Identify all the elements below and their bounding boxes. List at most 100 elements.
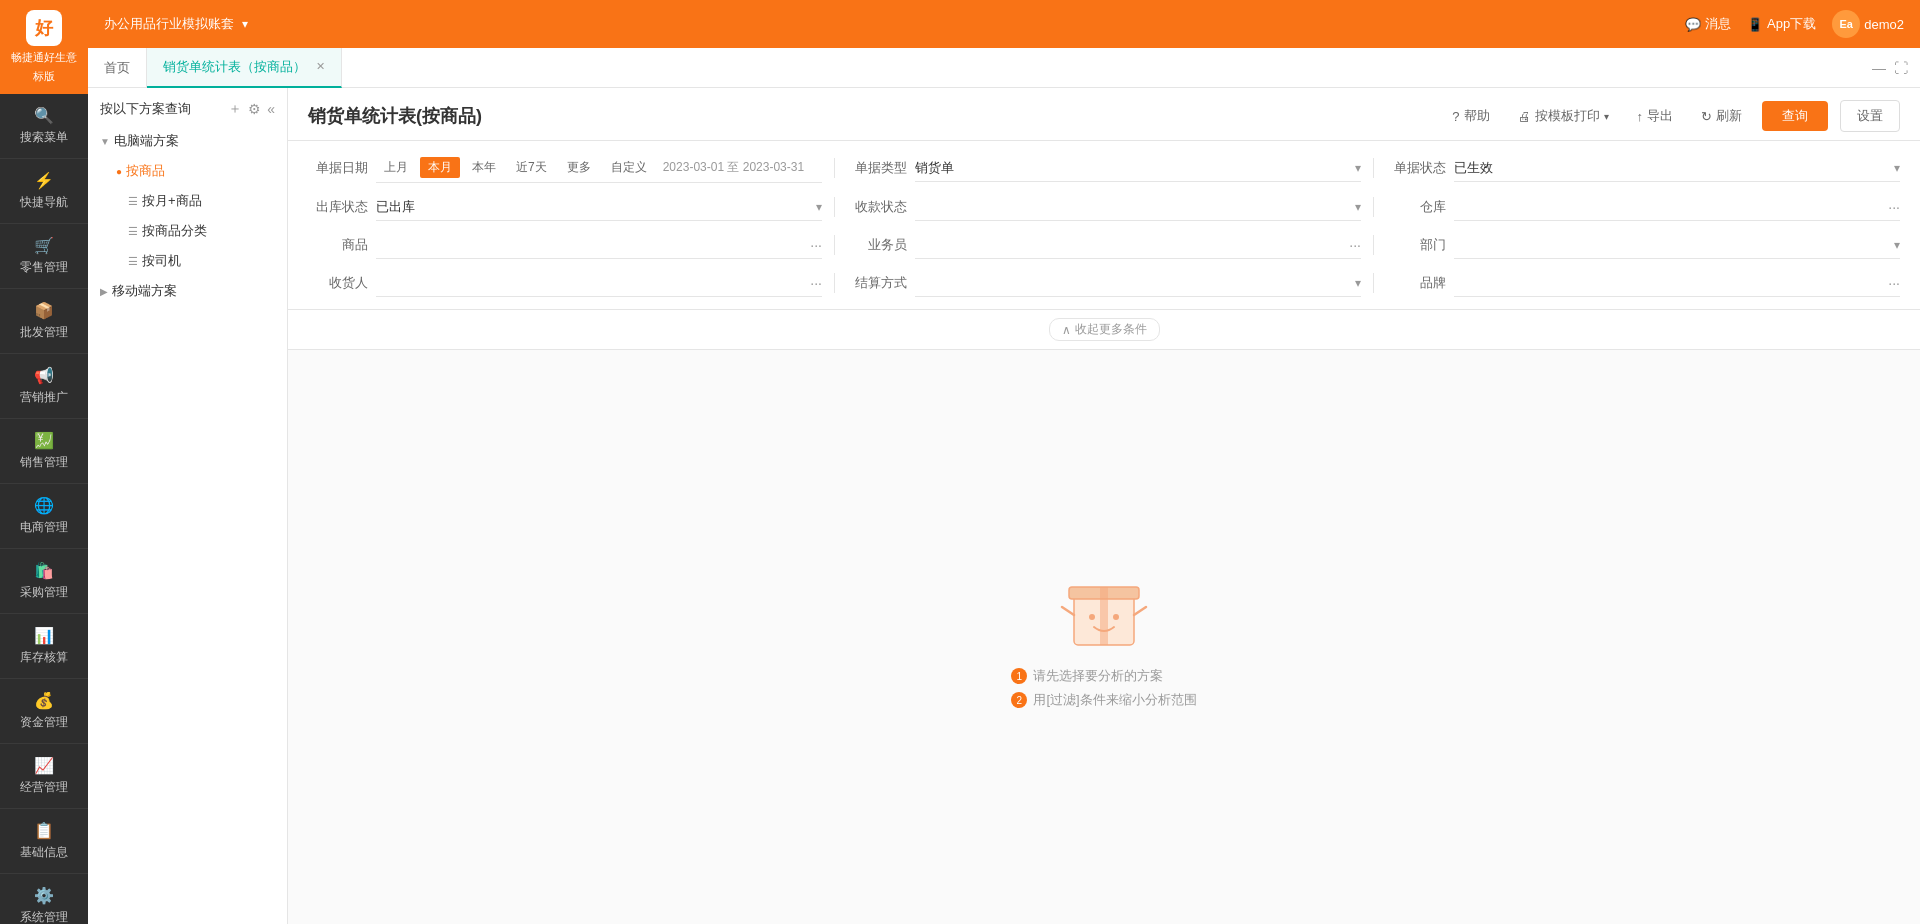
sidebar-item-marketing[interactable]: 📢 营销推广 (0, 354, 88, 419)
date-filter-value: 上月 本月 本年 近7天 更多 自定义 2023-03-01 至 2023-03… (376, 153, 822, 183)
left-panel-header: 按以下方案查询 ＋ ⚙ « (88, 100, 287, 126)
date-tab-this-month[interactable]: 本月 (420, 157, 460, 178)
tip-text-1: 请先选择要分析的方案 (1033, 667, 1163, 685)
svg-rect-2 (1100, 587, 1108, 645)
sidebar-item-sales-mgmt[interactable]: 💹 销售管理 (0, 419, 88, 484)
logo-subtitle: 标版 (33, 69, 55, 84)
sidebar-item-purchase-mgmt[interactable]: 🛍️ 采购管理 (0, 549, 88, 614)
sidebar-item-label-wholesale-mgmt: 批发管理 (20, 324, 68, 341)
collection-status-value[interactable]: ▾ (915, 193, 1361, 221)
sidebar-item-search-menu[interactable]: 🔍 搜索菜单 (0, 94, 88, 159)
sidebar-item-basic-info[interactable]: 📋 基础信息 (0, 809, 88, 874)
brand-value[interactable]: ··· (1454, 269, 1900, 297)
date-tab-more[interactable]: 更多 (559, 157, 599, 178)
help-icon: ? (1452, 109, 1459, 124)
add-scheme-icon[interactable]: ＋ (228, 100, 242, 118)
tab-minimize-icon[interactable]: — (1872, 60, 1886, 76)
tree-node-by-cashier[interactable]: ☰ 按司机 (116, 246, 287, 276)
main-wrapper: 办公用品行业模拟账套 ▾ 💬 消息 📱 App下载 Ea demo2 首页 (88, 0, 1920, 924)
top-header: 办公用品行业模拟账套 ▾ 💬 消息 📱 App下载 Ea demo2 (88, 0, 1920, 48)
sidebar-item-label-purchase-mgmt: 采购管理 (20, 584, 68, 601)
tip-num-2: 2 (1011, 692, 1027, 708)
empty-tip-2: 2 用[过滤]条件来缩小分析范围 (1011, 691, 1196, 709)
out-status-dropdown-icon: ▾ (816, 200, 822, 214)
settings-button[interactable]: 设置 (1840, 100, 1900, 132)
product-value[interactable]: ··· (376, 231, 822, 259)
out-status-text: 已出库 (376, 198, 816, 216)
username: demo2 (1864, 17, 1904, 32)
sidebar-item-finance-mgmt[interactable]: 💰 资金管理 (0, 679, 88, 744)
salesperson-value[interactable]: ··· (915, 231, 1361, 259)
export-btn[interactable]: ↑ 导出 (1629, 103, 1682, 129)
sidebar-item-wholesale-mgmt[interactable]: 📦 批发管理 (0, 289, 88, 354)
filter-item-doc-status: 单据状态 已生效 ▾ (1386, 154, 1900, 182)
tree-pc-section[interactable]: ▼ 电脑端方案 (88, 126, 287, 156)
sidebar-item-operations-mgmt[interactable]: 📈 经营管理 (0, 744, 88, 809)
sidebar-item-quick-nav[interactable]: ⚡ 快捷导航 (0, 159, 88, 224)
tab-home[interactable]: 首页 (88, 48, 147, 88)
product-label: 商品 (308, 236, 368, 254)
finance-mgmt-icon: 💰 (34, 691, 54, 710)
tab-sales-report-label: 销货单统计表（按商品） (163, 58, 306, 76)
svg-point-4 (1113, 614, 1119, 620)
app-download-btn[interactable]: 📱 App下载 (1747, 15, 1816, 33)
sidebar-item-retail-mgmt[interactable]: 🛒 零售管理 (0, 224, 88, 289)
tab-maximize-icon[interactable]: ⛶ (1894, 60, 1908, 76)
tree-mobile-section[interactable]: ▶ 移动端方案 (88, 276, 287, 306)
date-tab-custom[interactable]: 自定义 (603, 157, 655, 178)
query-button[interactable]: 查询 (1762, 101, 1828, 131)
left-panel-header-icons: ＋ ⚙ « (228, 100, 275, 118)
print-dropdown-icon: ▾ (1604, 111, 1609, 122)
help-btn[interactable]: ? 帮助 (1444, 103, 1497, 129)
doc-status-text: 已生效 (1454, 159, 1894, 177)
sidebar-item-label-search-menu: 搜索菜单 (20, 129, 68, 146)
doc-type-value[interactable]: 销货单 ▾ (915, 154, 1361, 182)
messages-btn[interactable]: 💬 消息 (1685, 15, 1731, 33)
settings-scheme-icon[interactable]: ⚙ (248, 101, 261, 117)
export-icon: ↑ (1637, 109, 1644, 124)
date-tab-this-year[interactable]: 本年 (464, 157, 504, 178)
department-value[interactable]: ▾ (1454, 231, 1900, 259)
user-profile-btn[interactable]: Ea demo2 (1832, 10, 1904, 38)
app-logo[interactable]: 好 畅捷通好生意 标版 (0, 0, 88, 94)
filter-row-2: 出库状态 已出库 ▾ 收款状态 ▾ (308, 193, 1900, 221)
left-panel-title: 按以下方案查询 (100, 100, 191, 118)
tab-sales-report[interactable]: 销货单统计表（按商品） ✕ (147, 48, 342, 88)
tabs-bar: 首页 销货单统计表（按商品） ✕ — ⛶ (88, 48, 1920, 88)
filter-divider-2 (1373, 158, 1374, 178)
doc-status-value[interactable]: 已生效 ▾ (1454, 154, 1900, 182)
industry-label: 办公用品行业模拟账套 (104, 15, 234, 33)
tree-node-by-product-category[interactable]: ☰ 按商品分类 (116, 216, 287, 246)
sidebar-item-ecommerce-mgmt[interactable]: 🌐 电商管理 (0, 484, 88, 549)
refresh-btn[interactable]: ↻ 刷新 (1693, 103, 1750, 129)
filter-item-warehouse: 仓库 ··· (1386, 193, 1900, 221)
tree-node-by-cashier-label: 按司机 (142, 252, 181, 270)
filter-area: 单据日期 上月 本月 本年 近7天 更多 自定义 (288, 141, 1920, 310)
salesperson-label: 业务员 (847, 236, 907, 254)
department-dropdown-icon: ▾ (1894, 238, 1900, 252)
settlement-value[interactable]: ▾ (915, 269, 1361, 297)
tree-node-by-month-product[interactable]: ☰ 按月+商品 (116, 186, 287, 216)
warehouse-value[interactable]: ··· (1454, 193, 1900, 221)
out-status-value[interactable]: 已出库 ▾ (376, 193, 822, 221)
collapse-button[interactable]: ∧ 收起更多条件 (1049, 318, 1160, 341)
tree-mobile-label: 移动端方案 (112, 282, 177, 300)
sidebar-item-inventory-audit[interactable]: 📊 库存核算 (0, 614, 88, 679)
recipient-value[interactable]: ··· (376, 269, 822, 297)
tab-close-icon[interactable]: ✕ (316, 60, 325, 73)
empty-tips: 1 请先选择要分析的方案 2 用[过滤]条件来缩小分析范围 (1011, 667, 1196, 709)
print-template-btn[interactable]: 🖨 按模板打印 ▾ (1510, 103, 1617, 129)
industry-dropdown-icon[interactable]: ▾ (242, 17, 248, 31)
tree-node-by-product[interactable]: ● 按商品 (104, 156, 287, 186)
brand-label: 品牌 (1386, 274, 1446, 292)
sidebar-item-label-finance-mgmt: 资金管理 (20, 714, 68, 731)
sidebar-item-system-mgmt[interactable]: ⚙️ 系统管理 (0, 874, 88, 924)
sales-mgmt-icon: 💹 (34, 431, 54, 450)
date-tab-last-month[interactable]: 上月 (376, 157, 416, 178)
basic-info-icon: 📋 (34, 821, 54, 840)
date-tab-7days[interactable]: 近7天 (508, 157, 555, 178)
tree-node-icon-month: ☰ (128, 195, 138, 208)
filter-item-date: 单据日期 上月 本月 本年 近7天 更多 自定义 (308, 153, 822, 183)
collapse-panel-icon[interactable]: « (267, 101, 275, 117)
svg-line-5 (1062, 607, 1074, 615)
